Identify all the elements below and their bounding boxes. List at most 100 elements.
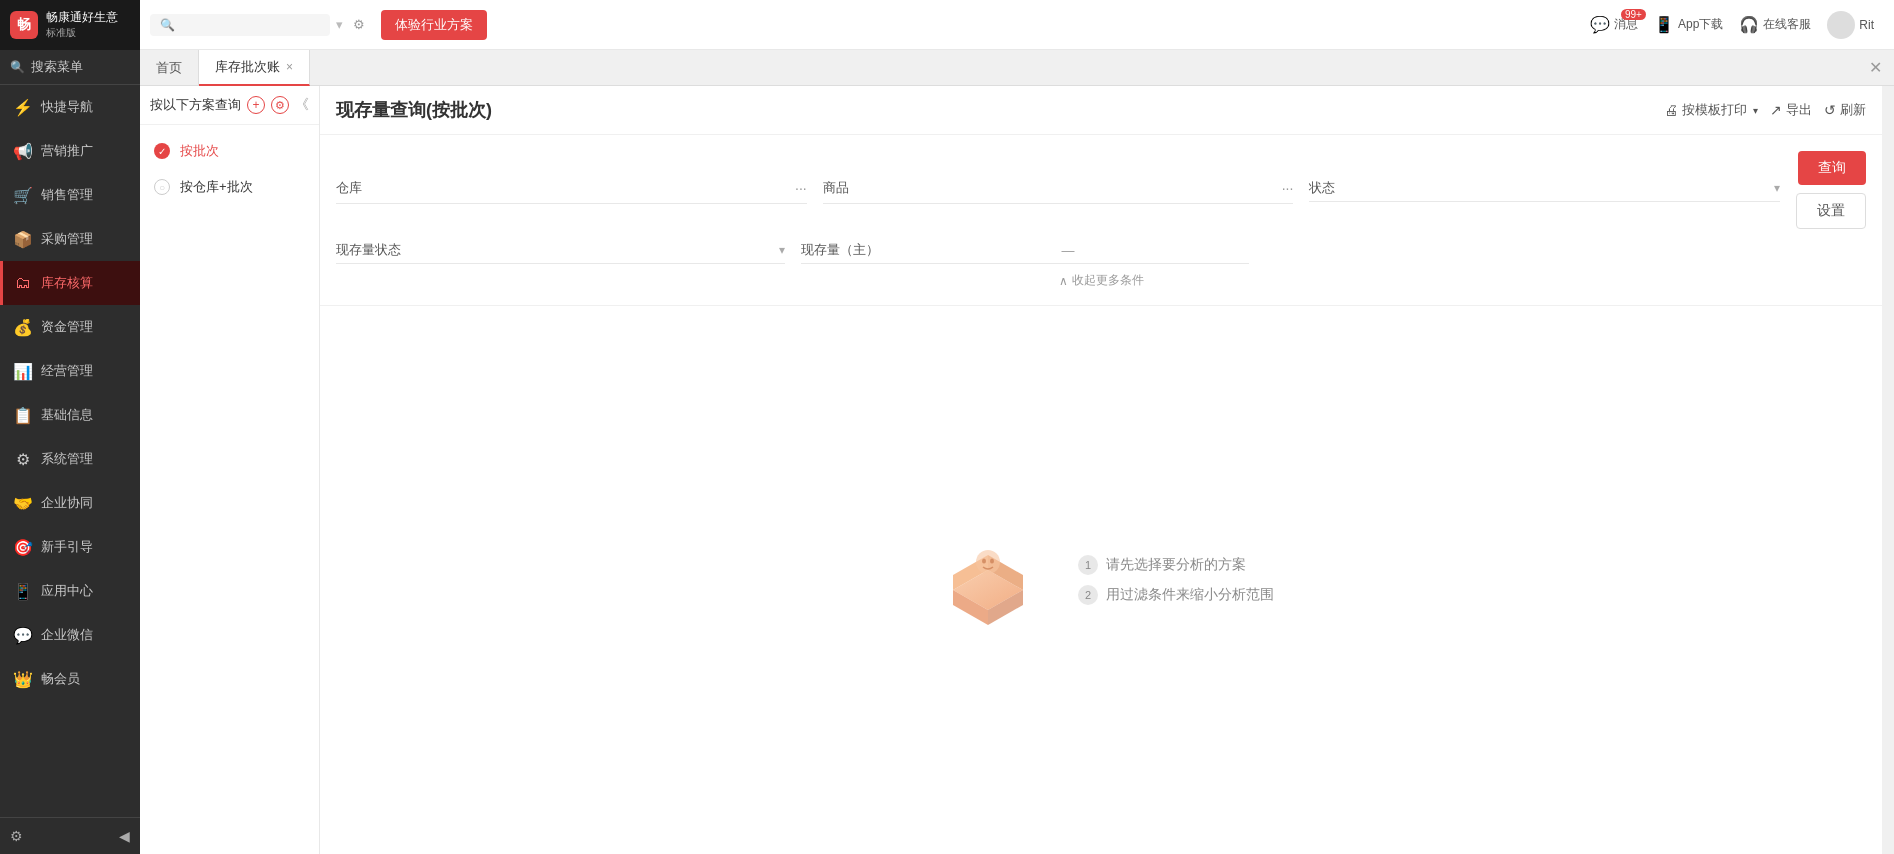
sidebar-item-sales[interactable]: 🛒 销售管理 bbox=[0, 173, 140, 217]
empty-state: 1 请先选择要分析的方案 2 用过滤条件来缩小分析范围 bbox=[320, 306, 1882, 854]
tab-close-icon[interactable]: × bbox=[286, 60, 293, 74]
app-icon: 📱 bbox=[13, 581, 33, 601]
product-filter: 商品 ··· bbox=[823, 176, 1294, 204]
query-header: 现存量查询(按批次) 🖨 按模板打印 ▾ ↗ 导出 ↺ 刷新 bbox=[320, 86, 1882, 135]
circle-gray-icon: ○ bbox=[154, 179, 170, 195]
enterprise-icon: 🤝 bbox=[13, 493, 33, 513]
experience-button[interactable]: 体验行业方案 bbox=[381, 10, 487, 40]
system-icon: ⚙ bbox=[13, 449, 33, 469]
sidebar-item-label: 资金管理 bbox=[41, 318, 93, 336]
query-button[interactable]: 查询 bbox=[1798, 151, 1866, 185]
scheme-settings-button[interactable]: ⚙ bbox=[271, 96, 289, 114]
sales-icon: 🛒 bbox=[13, 185, 33, 205]
warehouse-input[interactable] bbox=[370, 176, 791, 199]
sidebar-item-system[interactable]: ⚙ 系统管理 bbox=[0, 437, 140, 481]
stock-quantity-min-input[interactable] bbox=[887, 243, 1056, 258]
tab-inventory-batch[interactable]: 库存批次账 × bbox=[199, 50, 310, 86]
app-download-button[interactable]: 📱 App下载 bbox=[1654, 15, 1723, 34]
topbar-search[interactable]: 🔍 bbox=[150, 14, 330, 36]
avatar-img bbox=[1827, 11, 1855, 39]
refresh-label: 刷新 bbox=[1840, 101, 1866, 119]
guide-icon: 🎯 bbox=[13, 537, 33, 557]
empty-svg-icon bbox=[938, 530, 1038, 630]
sidebar-collapse-icon[interactable]: ◀ bbox=[119, 828, 130, 844]
status-filter: 状态 ▾ bbox=[1309, 179, 1780, 202]
tab-active-label: 库存批次账 bbox=[215, 58, 280, 76]
stock-status-dropdown-icon[interactable]: ▾ bbox=[779, 243, 785, 257]
print-dropdown-icon[interactable]: ▾ bbox=[1753, 105, 1758, 116]
app-subtitle: 标准版 bbox=[46, 26, 118, 40]
export-label: 导出 bbox=[1786, 101, 1812, 119]
right-scrollbar[interactable] bbox=[1882, 86, 1894, 854]
basic-icon: 📋 bbox=[13, 405, 33, 425]
sidebar-item-finance[interactable]: 💰 资金管理 bbox=[0, 305, 140, 349]
sidebar-item-label: 营销推广 bbox=[41, 142, 93, 160]
main-area: 🔍 ▾ ⚙ 体验行业方案 💬 消息 99+ 📱 App下载 🎧 在线客服 Ri bbox=[140, 0, 1894, 854]
sidebar-item-member[interactable]: 👑 畅会员 bbox=[0, 657, 140, 701]
user-name: Rit bbox=[1859, 18, 1874, 32]
scheme-item-batch[interactable]: ✓ 按批次 bbox=[140, 133, 319, 169]
scheme-batch-label: 按批次 bbox=[180, 142, 219, 160]
refresh-button[interactable]: ↺ 刷新 bbox=[1824, 101, 1866, 119]
sidebar-item-label: 应用中心 bbox=[41, 582, 93, 600]
filter-row-2: 现存量状态 ▾ 现存量（主） — bbox=[336, 241, 1866, 264]
scheme-add-button[interactable]: + bbox=[247, 96, 265, 114]
scheme-header-label: 按以下方案查询 bbox=[150, 96, 241, 114]
sidebar-item-enterprise[interactable]: 🤝 企业协同 bbox=[0, 481, 140, 525]
topbar-right: 💬 消息 99+ 📱 App下载 🎧 在线客服 Rit bbox=[1590, 11, 1884, 39]
scheme-collapse-button[interactable]: 《 bbox=[295, 96, 309, 114]
sidebar-item-label: 基础信息 bbox=[41, 406, 93, 424]
sidebar-item-marketing[interactable]: 📢 营销推广 bbox=[0, 129, 140, 173]
user-avatar[interactable]: Rit bbox=[1827, 11, 1874, 39]
shortcut-icon: ⚡ bbox=[13, 97, 33, 117]
sidebar-settings-icon[interactable]: ⚙ bbox=[10, 828, 23, 844]
sidebar-item-label: 系统管理 bbox=[41, 450, 93, 468]
download-icon: 📱 bbox=[1654, 15, 1674, 34]
sidebar-item-operations[interactable]: 📊 经营管理 bbox=[0, 349, 140, 393]
print-button[interactable]: 🖨 按模板打印 ▾ bbox=[1664, 101, 1758, 119]
sidebar-item-shortcut[interactable]: ⚡ 快捷导航 bbox=[0, 85, 140, 129]
export-icon: ↗ bbox=[1770, 102, 1782, 118]
warehouse-label: 仓库 bbox=[336, 179, 362, 197]
app-info: 畅康通好生意 标准版 bbox=[46, 10, 118, 40]
scheme-header-actions: + ⚙ 《 bbox=[247, 96, 309, 114]
tab-home[interactable]: 首页 bbox=[140, 50, 199, 86]
sidebar-item-label: 销售管理 bbox=[41, 186, 93, 204]
sidebar-item-wechat[interactable]: 💬 企业微信 bbox=[0, 613, 140, 657]
messages-button[interactable]: 💬 消息 99+ bbox=[1590, 15, 1638, 34]
tab-bar: 首页 库存批次账 × ✕ bbox=[140, 50, 1894, 86]
topbar-dropdown-icon[interactable]: ▾ bbox=[336, 17, 343, 32]
sidebar-item-app[interactable]: 📱 应用中心 bbox=[0, 569, 140, 613]
collapse-filter-icon: ∧ bbox=[1059, 274, 1068, 288]
sidebar-item-guide[interactable]: 🎯 新手引导 bbox=[0, 525, 140, 569]
product-input[interactable] bbox=[857, 176, 1278, 199]
sidebar-header: 畅 畅康通好生意 标准版 bbox=[0, 0, 140, 50]
stock-status-label: 现存量状态 bbox=[336, 241, 401, 259]
sidebar-item-purchase[interactable]: 📦 采购管理 bbox=[0, 217, 140, 261]
warehouse-more-icon[interactable]: ··· bbox=[795, 180, 807, 196]
sidebar: 畅 畅康通好生意 标准版 🔍 搜索菜单 ⚡ 快捷导航 📢 营销推广 🛒 销售管理… bbox=[0, 0, 140, 854]
stock-quantity-max-input[interactable] bbox=[1081, 243, 1250, 258]
tip-2-text: 用过滤条件来缩小分析范围 bbox=[1106, 586, 1274, 604]
print-icon: 🖨 bbox=[1664, 102, 1678, 118]
app-title: 畅康通好生意 bbox=[46, 10, 118, 26]
topbar-gear-icon[interactable]: ⚙ bbox=[353, 17, 365, 32]
tab-panel-close-icon[interactable]: ✕ bbox=[1857, 58, 1894, 77]
collapse-filter-button[interactable]: ∧ 收起更多条件 bbox=[336, 264, 1866, 289]
export-button[interactable]: ↗ 导出 bbox=[1770, 101, 1812, 119]
empty-tip-1: 1 请先选择要分析的方案 bbox=[1078, 555, 1274, 575]
online-service-label: 在线客服 bbox=[1763, 16, 1811, 33]
scheme-item-warehouse-batch[interactable]: ○ 按仓库+批次 bbox=[140, 169, 319, 205]
scheme-list: ✓ 按批次 ○ 按仓库+批次 bbox=[140, 125, 319, 854]
search-menu[interactable]: 🔍 搜索菜单 bbox=[0, 50, 140, 85]
product-more-icon[interactable]: ··· bbox=[1282, 180, 1294, 196]
settings-button[interactable]: 设置 bbox=[1796, 193, 1866, 229]
sidebar-item-inventory[interactable]: 🗂 库存核算 bbox=[0, 261, 140, 305]
status-dropdown-icon[interactable]: ▾ bbox=[1774, 181, 1780, 195]
sidebar-item-basic[interactable]: 📋 基础信息 bbox=[0, 393, 140, 437]
scheme-header: 按以下方案查询 + ⚙ 《 bbox=[140, 86, 319, 125]
online-service-button[interactable]: 🎧 在线客服 bbox=[1739, 15, 1811, 34]
service-icon: 🎧 bbox=[1739, 15, 1759, 34]
member-icon: 👑 bbox=[13, 669, 33, 689]
stock-quantity-label: 现存量（主） bbox=[801, 241, 879, 259]
